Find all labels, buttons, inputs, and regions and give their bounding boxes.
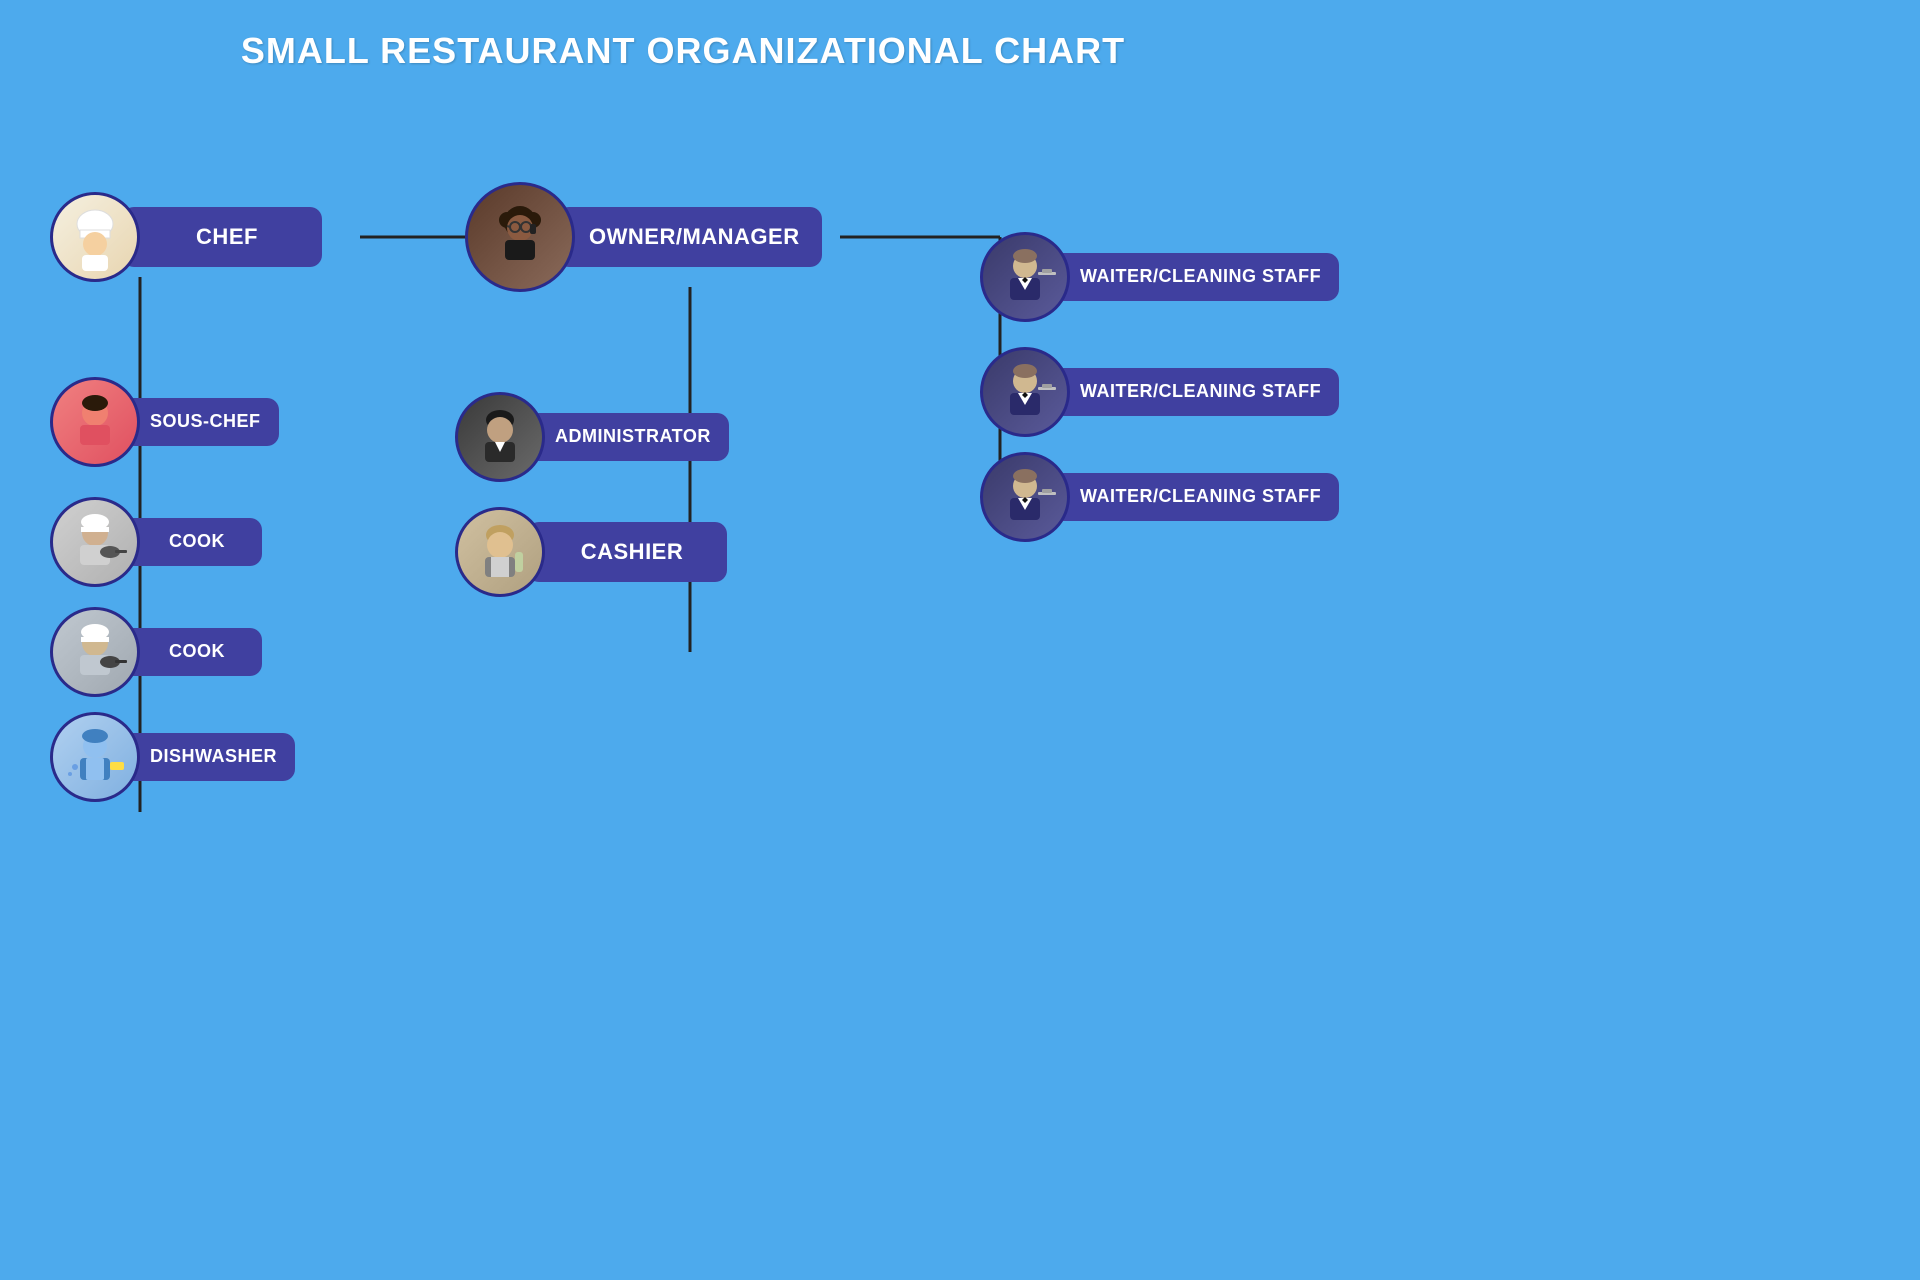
chef-label: CHEF [122, 207, 322, 268]
owner-label: OWNER/MANAGER [557, 207, 822, 268]
waiter2-node: WAITER/CLEANING STAFF [980, 347, 1339, 437]
cashier-label: CASHIER [527, 522, 727, 583]
dishwasher-avatar [50, 712, 140, 802]
cook2-avatar [50, 607, 140, 697]
cook1-avatar [50, 497, 140, 587]
owner-icon [485, 202, 555, 272]
cook2-node: COOK [50, 607, 262, 697]
chef-node: CHEF [50, 192, 322, 282]
administrator-label: ADMINISTRATOR [527, 413, 729, 460]
waiter1-icon [990, 242, 1060, 312]
waiter3-label: WAITER/CLEANING STAFF [1052, 473, 1339, 520]
cook1-label: COOK [122, 518, 262, 565]
administrator-icon [465, 402, 535, 472]
administrator-node: ADMINISTRATOR [455, 392, 729, 482]
waiter1-avatar [980, 232, 1070, 322]
chart-area: CHEF SOUS-CHEF [0, 92, 1366, 842]
cook2-icon [60, 617, 130, 687]
waiter3-icon [990, 462, 1060, 532]
owner-node: OWNER/MANAGER [465, 182, 822, 292]
waiter1-node: WAITER/CLEANING STAFF [980, 232, 1339, 322]
dishwasher-icon [60, 722, 130, 792]
sous-chef-node: SOUS-CHEF [50, 377, 279, 467]
cashier-node: CASHIER [455, 507, 727, 597]
cook1-node: COOK [50, 497, 262, 587]
owner-avatar [465, 182, 575, 292]
administrator-avatar [455, 392, 545, 482]
sous-chef-avatar [50, 377, 140, 467]
waiter2-icon [990, 357, 1060, 427]
waiter2-avatar [980, 347, 1070, 437]
sous-chef-label: SOUS-CHEF [122, 398, 279, 445]
cashier-icon [465, 517, 535, 587]
waiter3-node: WAITER/CLEANING STAFF [980, 452, 1339, 542]
waiter3-avatar [980, 452, 1070, 542]
waiter1-label: WAITER/CLEANING STAFF [1052, 253, 1339, 300]
sous-chef-icon [60, 387, 130, 457]
page-title: SMALL RESTAURANT ORGANIZATIONAL CHART [0, 0, 1366, 92]
chef-icon [60, 202, 130, 272]
dishwasher-label: DISHWASHER [122, 733, 295, 780]
chef-avatar [50, 192, 140, 282]
cook2-label: COOK [122, 628, 262, 675]
dishwasher-node: DISHWASHER [50, 712, 295, 802]
cook1-icon [60, 507, 130, 577]
waiter2-label: WAITER/CLEANING STAFF [1052, 368, 1339, 415]
cashier-avatar [455, 507, 545, 597]
